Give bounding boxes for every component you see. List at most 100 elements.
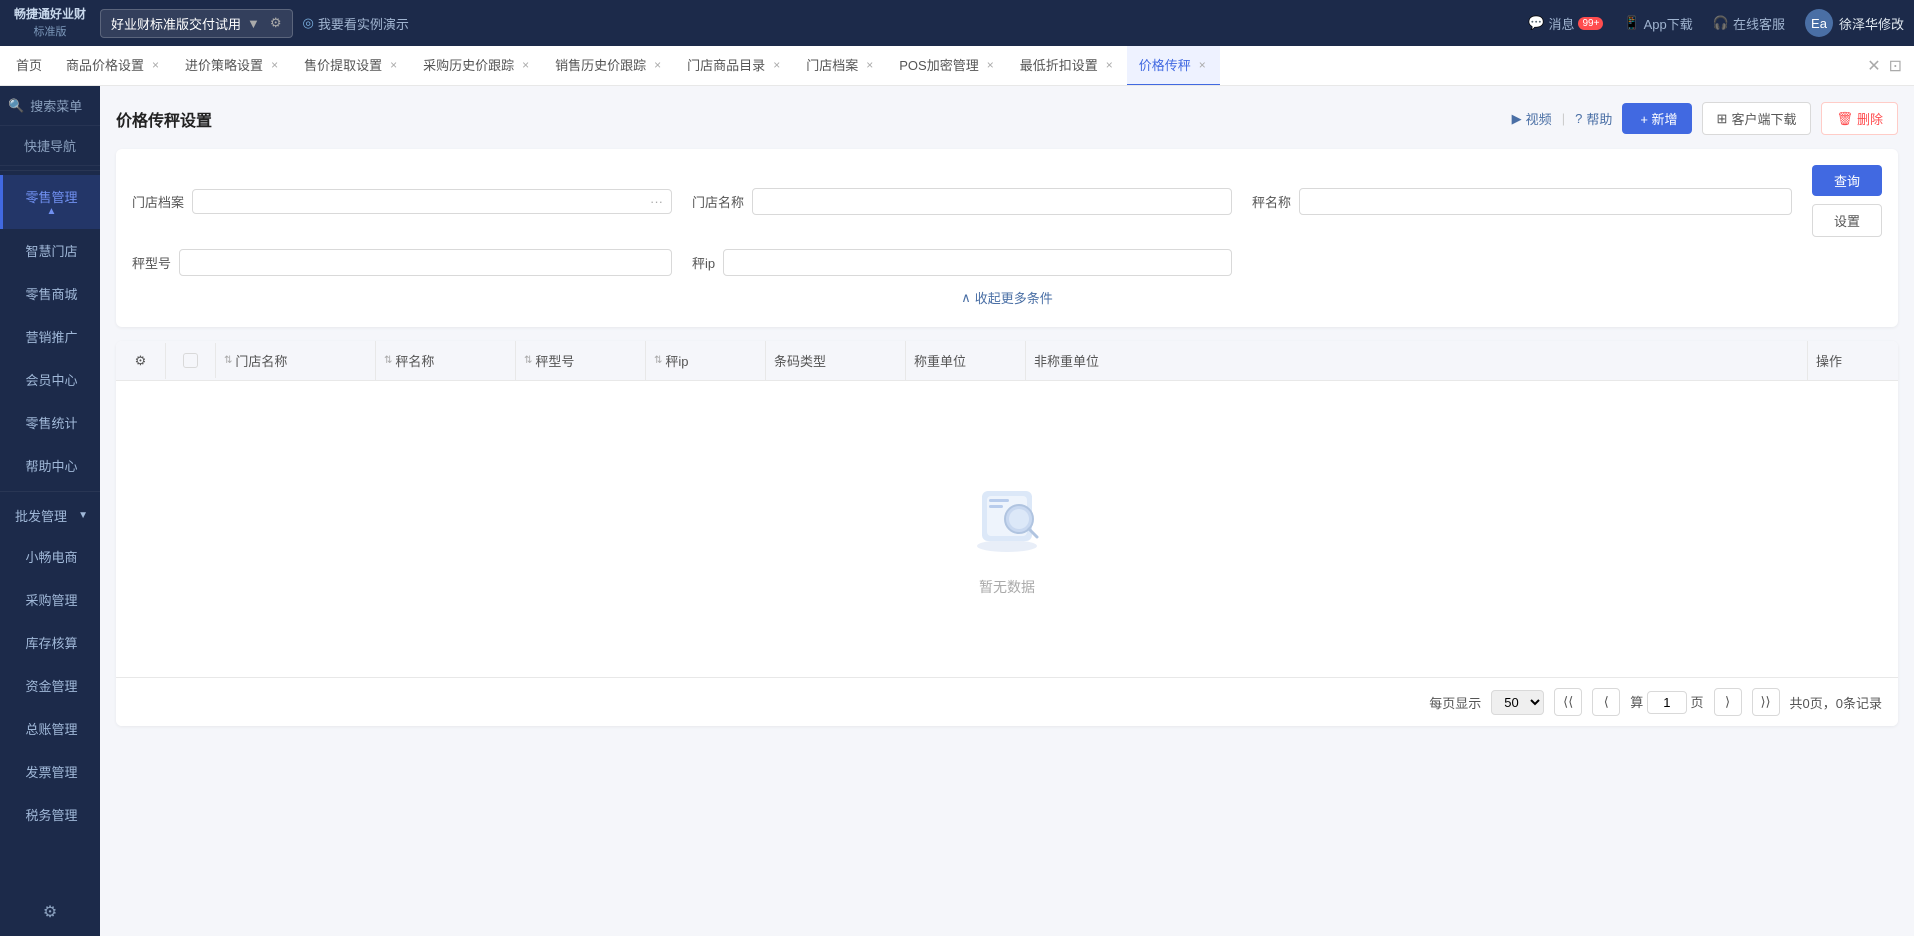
th-barcode-type: 条码类型 (766, 341, 906, 380)
sort-icon[interactable]: ⇅ (224, 355, 232, 366)
page-last-button[interactable]: ⟩⟩ (1752, 688, 1780, 716)
app-icon: 📱 (1623, 15, 1639, 31)
chevron-up-icon: ▲ (47, 206, 57, 217)
ellipsis-icon[interactable]: ··· (650, 194, 663, 209)
store-profile-input[interactable] (201, 194, 644, 209)
scale-ip-input[interactable] (723, 249, 1232, 276)
table-card: ⚙ ⇅ 门店名称 ⇅ 秤名称 ⇅ 秤型号 ⇅ (116, 341, 1898, 726)
tab-purchase-strategy[interactable]: 进价策略设置 × (173, 46, 292, 86)
select-all-checkbox[interactable] (183, 353, 198, 368)
tab-price-setting[interactable]: 商品价格设置 × (54, 46, 173, 86)
scale-name-input[interactable] (1299, 188, 1792, 215)
tab-home[interactable]: 首页 (4, 46, 54, 86)
sidebar-item-member[interactable]: 会员中心 (0, 358, 100, 401)
sort-icon[interactable]: ⇅ (384, 355, 392, 366)
scale-ip-label: 秤ip (692, 253, 715, 272)
sidebar-item-wholesale[interactable]: 批发管理 ▼ (0, 496, 100, 535)
setting-button[interactable]: 设置 (1812, 204, 1882, 237)
sidebar-item-smart-store[interactable]: 智慧门店 (0, 229, 100, 272)
th-gear[interactable]: ⚙ (116, 343, 166, 379)
demo-icon: ◎ (303, 15, 314, 31)
close-icon[interactable]: × (771, 56, 782, 74)
filter-scale-model: 秤型号 (132, 249, 672, 276)
chevron-down-icon: ▼ (78, 510, 88, 521)
sidebar-search[interactable]: 🔍 搜索菜单 (0, 86, 100, 126)
sidebar-nav-shortcut[interactable]: 快捷导航 (0, 126, 100, 166)
online-service-button[interactable]: 🎧 在线客服 (1713, 14, 1785, 33)
sidebar-item-help[interactable]: 帮助中心 (0, 444, 100, 487)
th-scale-ip: ⇅ 秤ip (646, 341, 766, 380)
messages-button[interactable]: 💬 消息 99+ (1528, 14, 1603, 33)
tab-purchase-history[interactable]: 采购历史价跟踪 × (411, 46, 543, 86)
sort-icon[interactable]: ⇅ (524, 355, 532, 366)
version-label: 好业财标准版交付试用 (111, 14, 241, 33)
sidebar-gear-button[interactable]: ⚙ (0, 888, 100, 936)
sidebar-item-retail-mall[interactable]: 零售商城 (0, 272, 100, 315)
sidebar-item-ledger[interactable]: 总账管理 (0, 707, 100, 750)
add-button[interactable]: + 新增 (1622, 103, 1691, 134)
page-prev-button[interactable]: ⟨ (1592, 688, 1620, 716)
store-name-input[interactable] (752, 188, 1232, 215)
close-icon[interactable]: × (652, 56, 663, 74)
page-first-button[interactable]: ⟨⟨ (1554, 688, 1582, 716)
empty-illustration (957, 461, 1057, 561)
scale-name-label: 秤名称 (1252, 192, 1291, 211)
close-all-icon[interactable]: ✕ (1867, 56, 1880, 76)
th-store-name: ⇅ 门店名称 (216, 341, 376, 380)
close-icon[interactable]: × (520, 56, 531, 74)
version-selector[interactable]: 好业财标准版交付试用 ▼ ⚙ (100, 9, 293, 38)
filter-card: 门店档案 ··· 门店名称 秤名称 查询 (116, 149, 1898, 327)
page-next-button[interactable]: ⟩ (1714, 688, 1742, 716)
delete-button[interactable]: 🗑 删除 (1821, 102, 1898, 135)
th-weight-unit: 称重单位 (906, 341, 1026, 380)
sidebar-item-purchase[interactable]: 采购管理 (0, 578, 100, 621)
sidebar-item-xiaochang[interactable]: 小畅电商 (0, 535, 100, 578)
help-icon: ? (1575, 111, 1582, 126)
page-size-select[interactable]: 50 (1491, 690, 1544, 715)
sidebar-item-invoice[interactable]: 发票管理 (0, 750, 100, 793)
close-icon[interactable]: × (985, 56, 996, 74)
sidebar-item-tax[interactable]: 税务管理 (0, 793, 100, 836)
message-icon: 💬 (1528, 15, 1544, 31)
tab-price-scale[interactable]: 价格传秤 × (1127, 46, 1220, 86)
close-icon[interactable]: × (388, 56, 399, 74)
tab-sale-price[interactable]: 售价提取设置 × (292, 46, 411, 86)
sidebar-item-inventory[interactable]: 库存核算 (0, 621, 100, 664)
sort-icon[interactable]: ⇅ (654, 355, 662, 366)
expand-icon[interactable]: ⊡ (1889, 56, 1902, 76)
page-title: 价格传秤设置 (116, 107, 212, 131)
th-check[interactable] (166, 343, 216, 378)
page-input[interactable] (1647, 691, 1687, 714)
user-area[interactable]: Ea 徐泽华修改 (1805, 9, 1904, 37)
table-header: ⚙ ⇅ 门店名称 ⇅ 秤名称 ⇅ 秤型号 ⇅ (116, 341, 1898, 381)
close-icon[interactable]: × (269, 56, 280, 74)
sidebar-item-marketing[interactable]: 营销推广 (0, 315, 100, 358)
sidebar-item-capital[interactable]: 资金管理 (0, 664, 100, 707)
filter-row-2: 秤型号 秤ip (132, 249, 1882, 276)
tab-pos-encrypt[interactable]: POS加密管理 × (887, 46, 1007, 86)
collapse-bar[interactable]: ∧ 收起更多条件 (132, 284, 1882, 311)
store-profile-input-wrapper[interactable]: ··· (192, 189, 672, 214)
demo-link[interactable]: ◎ 我要看实例演示 (303, 14, 409, 33)
download-icon: ⊞ (1717, 111, 1728, 127)
app-download-button[interactable]: 📱 App下载 (1623, 14, 1692, 33)
tab-store-catalog[interactable]: 门店商品目录 × (675, 46, 794, 86)
close-icon[interactable]: × (1104, 56, 1115, 74)
sidebar-item-retail-mgmt[interactable]: 零售管理 ▲ (0, 175, 100, 229)
close-icon[interactable]: × (1197, 56, 1208, 74)
help-link[interactable]: ? 帮助 (1575, 109, 1612, 128)
video-link[interactable]: ▶ 视频 (1512, 109, 1552, 128)
close-icon[interactable]: × (864, 56, 875, 74)
query-button[interactable]: 查询 (1812, 165, 1882, 196)
tab-sales-history[interactable]: 销售历史价跟踪 × (543, 46, 675, 86)
settings-icon[interactable]: ⚙ (270, 15, 282, 31)
top-right: 💬 消息 99+ 📱 App下载 🎧 在线客服 Ea 徐泽华修改 (1528, 9, 1904, 37)
close-icon[interactable]: × (150, 56, 161, 74)
scale-model-input[interactable] (179, 249, 672, 276)
tab-store-profile[interactable]: 门店档案 × (794, 46, 887, 86)
download-button[interactable]: ⊞ 客户端下载 (1702, 102, 1812, 135)
sidebar-item-retail-stats[interactable]: 零售统计 (0, 401, 100, 444)
tab-min-discount[interactable]: 最低折扣设置 × (1008, 46, 1127, 86)
filter-store-profile: 门店档案 ··· (132, 189, 672, 214)
delete-icon: 🗑 (1836, 111, 1853, 127)
